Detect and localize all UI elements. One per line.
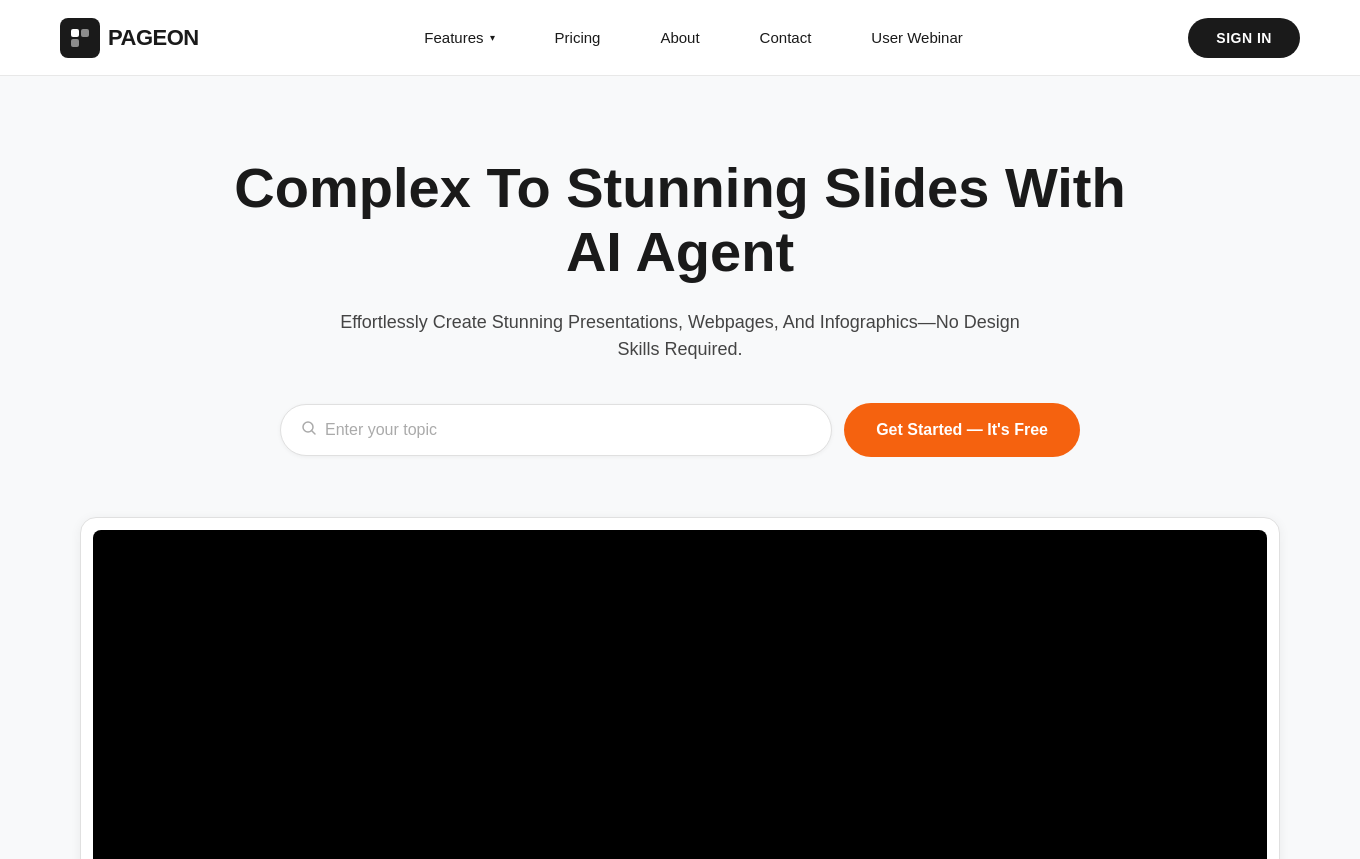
svg-rect-0 [71, 29, 79, 37]
main-nav: Features ▾ Pricing About Contact User We… [394, 0, 992, 76]
nav-user-webinar[interactable]: User Webinar [841, 0, 992, 76]
svg-line-4 [312, 430, 316, 434]
logo[interactable]: PAGEON [60, 18, 199, 58]
nav-about[interactable]: About [630, 0, 729, 76]
preview-section [60, 517, 1300, 859]
sign-in-button[interactable]: SIGN IN [1188, 18, 1300, 58]
logo-icon [60, 18, 100, 58]
nav-features[interactable]: Features ▾ [394, 0, 524, 76]
nav-pricing[interactable]: Pricing [525, 0, 631, 76]
svg-rect-1 [81, 29, 89, 37]
hero-subtitle: Effortlessly Create Stunning Presentatio… [330, 309, 1030, 363]
chevron-down-icon: ▾ [490, 32, 495, 43]
logo-text: PAGEON [108, 25, 199, 51]
hero-section: Complex To Stunning Slides With AI Agent… [0, 76, 1360, 859]
topic-input[interactable] [325, 409, 823, 451]
search-container: Get Started — It's Free [280, 403, 1080, 457]
header: PAGEON Features ▾ Pricing About Contact … [0, 0, 1360, 76]
hero-title: Complex To Stunning Slides With AI Agent [230, 156, 1130, 285]
nav-contact[interactable]: Contact [730, 0, 842, 76]
video-preview [93, 530, 1267, 859]
preview-outer [80, 517, 1280, 859]
get-started-button[interactable]: Get Started — It's Free [844, 403, 1080, 457]
search-input-wrapper [280, 404, 832, 456]
svg-rect-2 [71, 39, 79, 47]
search-icon [301, 420, 317, 440]
